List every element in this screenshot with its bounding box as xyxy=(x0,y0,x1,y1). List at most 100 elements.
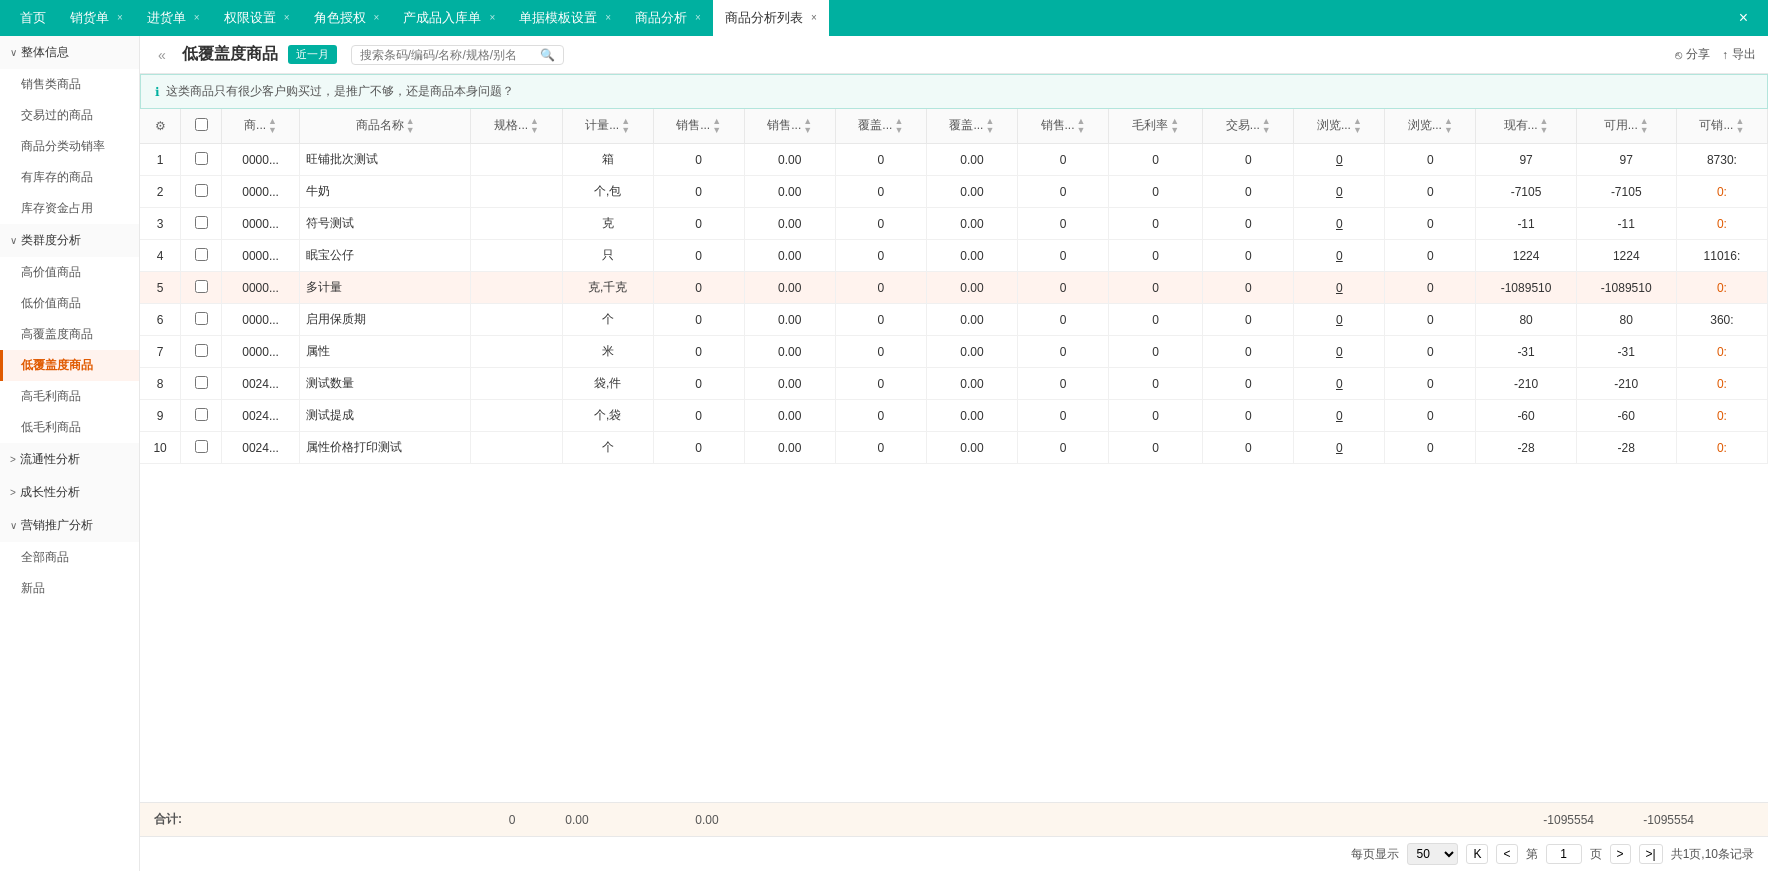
nav-item-商品分析[interactable]: 商品分析× xyxy=(623,0,713,36)
per-page-select[interactable]: 102050100 xyxy=(1407,843,1458,865)
sidebar-section-流通性分析[interactable]: >流通性分析 xyxy=(0,443,139,476)
nav-close-icon[interactable]: × xyxy=(374,0,380,36)
cell-checkbox[interactable] xyxy=(181,208,222,240)
search-input[interactable] xyxy=(360,48,540,62)
nav-close-icon[interactable]: × xyxy=(194,0,200,36)
cell-checkbox[interactable] xyxy=(181,400,222,432)
col-header-checkbox[interactable] xyxy=(181,109,222,144)
cell-browse1_link[interactable]: 0 xyxy=(1294,240,1385,272)
browse-link[interactable]: 0 xyxy=(1336,313,1343,327)
nav-close-icon[interactable]: × xyxy=(695,0,701,36)
row-checkbox[interactable] xyxy=(195,280,208,293)
cell-browse1_link[interactable]: 0 xyxy=(1294,400,1385,432)
nav-item-角色授权[interactable]: 角色授权× xyxy=(302,0,392,36)
row-checkbox[interactable] xyxy=(195,248,208,261)
nav-item-产成品入库单[interactable]: 产成品入库单× xyxy=(391,0,507,36)
browse-link[interactable]: 0 xyxy=(1336,377,1343,391)
nav-close-icon[interactable]: × xyxy=(811,0,817,36)
nav-close-icon[interactable]: × xyxy=(117,0,123,36)
chevron-icon: ∨ xyxy=(10,520,17,531)
row-checkbox[interactable] xyxy=(195,312,208,325)
cell-saleable: 11016: xyxy=(1676,240,1767,272)
period-tag[interactable]: 近一月 xyxy=(288,45,337,64)
nav-item-进货单[interactable]: 进货单× xyxy=(135,0,212,36)
select-all-checkbox[interactable] xyxy=(195,118,208,131)
cell-checkbox[interactable] xyxy=(181,144,222,176)
browse-link[interactable]: 0 xyxy=(1336,441,1343,455)
search-icon[interactable]: 🔍 xyxy=(540,48,555,62)
sidebar-section-类群度分析[interactable]: ∨类群度分析 xyxy=(0,224,139,257)
sidebar-item-商品分类动销率[interactable]: 商品分类动销率 xyxy=(0,131,139,162)
cell-browse1_link[interactable]: 0 xyxy=(1294,208,1385,240)
export-button[interactable]: ↑ 导出 xyxy=(1722,46,1756,63)
row-checkbox[interactable] xyxy=(195,376,208,389)
cell-checkbox[interactable] xyxy=(181,304,222,336)
row-checkbox[interactable] xyxy=(195,216,208,229)
sidebar-section-整体信息[interactable]: ∨整体信息 xyxy=(0,36,139,69)
col-header-settings[interactable]: ⚙ xyxy=(140,109,181,144)
browse-link[interactable]: 0 xyxy=(1336,185,1343,199)
nav-item-商品分析列表[interactable]: 商品分析列表× xyxy=(713,0,829,36)
sidebar-item-高毛利商品[interactable]: 高毛利商品 xyxy=(0,381,139,412)
cell-browse1_link[interactable]: 0 xyxy=(1294,272,1385,304)
cell-browse1_link[interactable]: 0 xyxy=(1294,176,1385,208)
nav-close-icon[interactable]: × xyxy=(489,0,495,36)
cell-sales_amount: 0.00 xyxy=(744,432,835,464)
sidebar-item-高覆盖度商品[interactable]: 高覆盖度商品 xyxy=(0,319,139,350)
cell-checkbox[interactable] xyxy=(181,176,222,208)
cell-browse1_link[interactable]: 0 xyxy=(1294,336,1385,368)
cell-checkbox[interactable] xyxy=(181,368,222,400)
sidebar-item-全部商品[interactable]: 全部商品 xyxy=(0,542,139,573)
cell-browse1_link[interactable]: 0 xyxy=(1294,144,1385,176)
sidebar-section-成长性分析[interactable]: >成长性分析 xyxy=(0,476,139,509)
share-button[interactable]: ⎋ 分享 xyxy=(1675,46,1710,63)
row-checkbox[interactable] xyxy=(195,344,208,357)
cell-browse1_link[interactable]: 0 xyxy=(1294,304,1385,336)
nav-item-销货单[interactable]: 销货单× xyxy=(58,0,135,36)
nav-close-icon[interactable]: × xyxy=(284,0,290,36)
nav-close-icon[interactable]: × xyxy=(605,0,611,36)
prev-page-button[interactable]: < xyxy=(1496,844,1517,864)
browse-link[interactable]: 0 xyxy=(1336,345,1343,359)
last-page-button[interactable]: >| xyxy=(1639,844,1663,864)
first-page-button[interactable]: K xyxy=(1466,844,1488,864)
browse-link[interactable]: 0 xyxy=(1336,153,1343,167)
sidebar-item-有库存的商品[interactable]: 有库存的商品 xyxy=(0,162,139,193)
cell-checkbox[interactable] xyxy=(181,336,222,368)
cell-name: 测试提成 xyxy=(300,400,471,432)
cell-transaction: 0 xyxy=(1203,240,1294,272)
row-checkbox[interactable] xyxy=(195,408,208,421)
cell-browse1_link[interactable]: 0 xyxy=(1294,368,1385,400)
settings-icon[interactable]: ⚙ xyxy=(155,119,166,133)
window-close-button[interactable]: × xyxy=(1727,9,1760,27)
sidebar-item-新品[interactable]: 新品 xyxy=(0,573,139,604)
nav-item-权限设置[interactable]: 权限设置× xyxy=(212,0,302,36)
table-row: 50000...多计量克,千克00.0000.0000000-1089510-1… xyxy=(140,272,1768,304)
next-page-button[interactable]: > xyxy=(1610,844,1631,864)
browse-link[interactable]: 0 xyxy=(1336,409,1343,423)
cell-transaction: 0 xyxy=(1203,208,1294,240)
sidebar-item-销售类商品[interactable]: 销售类商品 xyxy=(0,69,139,100)
row-checkbox[interactable] xyxy=(195,152,208,165)
sidebar-item-低毛利商品[interactable]: 低毛利商品 xyxy=(0,412,139,443)
sidebar-section-营销推广分析[interactable]: ∨营销推广分析 xyxy=(0,509,139,542)
cell-checkbox[interactable] xyxy=(181,240,222,272)
sidebar-item-高价值商品[interactable]: 高价值商品 xyxy=(0,257,139,288)
browse-link[interactable]: 0 xyxy=(1336,217,1343,231)
browse-link[interactable]: 0 xyxy=(1336,281,1343,295)
collapse-button[interactable]: « xyxy=(152,45,172,65)
page-input[interactable] xyxy=(1546,844,1582,864)
nav-item-首页[interactable]: 首页 xyxy=(8,0,58,36)
sidebar-item-交易过的商品[interactable]: 交易过的商品 xyxy=(0,100,139,131)
row-checkbox[interactable] xyxy=(195,184,208,197)
sidebar-item-低价值商品[interactable]: 低价值商品 xyxy=(0,288,139,319)
cell-checkbox[interactable] xyxy=(181,432,222,464)
cell-checkbox[interactable] xyxy=(181,272,222,304)
sidebar-item-低覆盖度商品[interactable]: 低覆盖度商品 xyxy=(0,350,139,381)
browse-link[interactable]: 0 xyxy=(1336,249,1343,263)
cell-browse1_link[interactable]: 0 xyxy=(1294,432,1385,464)
cell-spec xyxy=(471,432,562,464)
sidebar-item-库存资金占用[interactable]: 库存资金占用 xyxy=(0,193,139,224)
nav-item-单据模板设置[interactable]: 单据模板设置× xyxy=(507,0,623,36)
row-checkbox[interactable] xyxy=(195,440,208,453)
